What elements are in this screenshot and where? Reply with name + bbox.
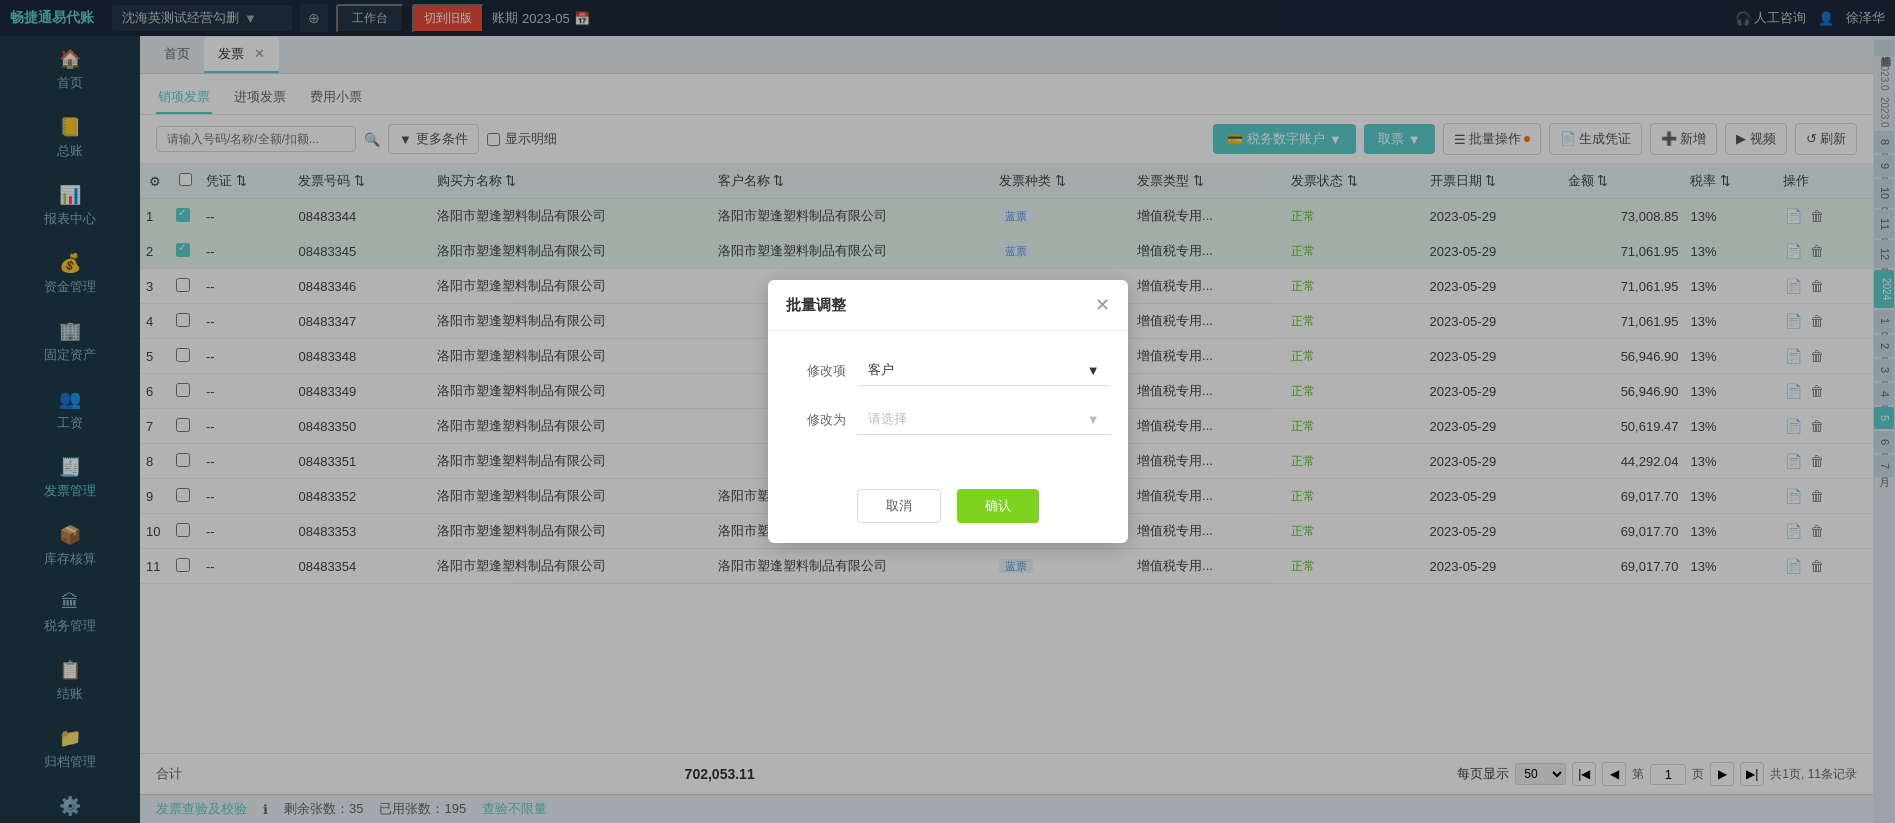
- modal-header: 批量调整 ✕: [768, 280, 1128, 331]
- value-select[interactable]: 请选择 ▼: [858, 404, 1110, 435]
- modal-close-button[interactable]: ✕: [1095, 294, 1110, 316]
- batch-adjust-modal: 批量调整 ✕ 修改项 客户 ▼ 修改为 请选择 ▼ 取消 确认: [768, 280, 1128, 543]
- modal-footer: 取消 确认: [768, 477, 1128, 543]
- form-row-value: 修改为 请选择 ▼: [786, 404, 1110, 435]
- value-label: 修改为: [786, 411, 846, 429]
- modal-body: 修改项 客户 ▼ 修改为 请选择 ▼: [768, 331, 1128, 477]
- field-dropdown-icon: ▼: [1087, 363, 1100, 378]
- form-row-field: 修改项 客户 ▼: [786, 355, 1110, 386]
- cancel-button[interactable]: 取消: [857, 489, 941, 523]
- field-select[interactable]: 客户 ▼: [858, 355, 1110, 386]
- field-select-value: 客户: [868, 361, 894, 379]
- value-placeholder: 请选择: [868, 410, 907, 428]
- field-label: 修改项: [786, 362, 846, 380]
- modal-overlay: 批量调整 ✕ 修改项 客户 ▼ 修改为 请选择 ▼ 取消 确认: [0, 0, 1895, 823]
- confirm-button[interactable]: 确认: [957, 489, 1039, 523]
- value-dropdown-icon: ▼: [1087, 412, 1100, 427]
- modal-title: 批量调整: [786, 296, 846, 315]
